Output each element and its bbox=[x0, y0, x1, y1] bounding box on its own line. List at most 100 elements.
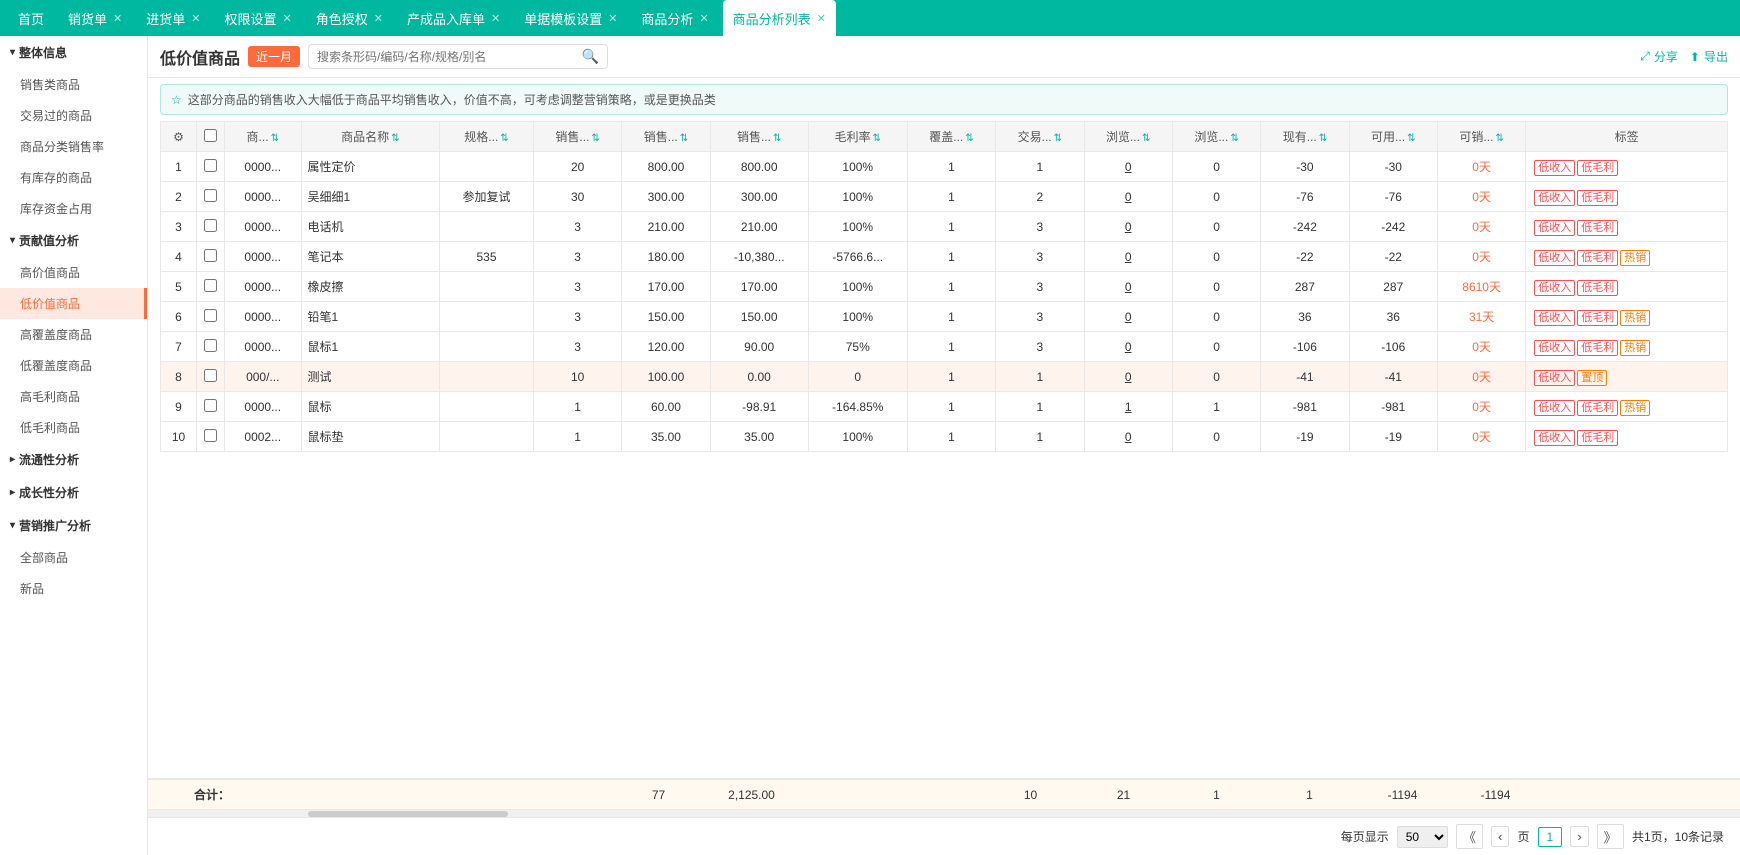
row-name[interactable]: 属性定价 bbox=[301, 152, 440, 182]
col-gross-rate[interactable]: 毛利率⇅ bbox=[808, 122, 907, 152]
time-tag-button[interactable]: 近一月 bbox=[248, 46, 300, 67]
row-checkbox[interactable] bbox=[204, 219, 217, 232]
search-input[interactable] bbox=[317, 50, 576, 64]
sidebar-item-traded-goods[interactable]: 交易过的商品 bbox=[0, 100, 147, 131]
browse1-link[interactable]: 0 bbox=[1125, 340, 1132, 354]
row-name[interactable]: 吴细细1 bbox=[301, 182, 440, 212]
col-coverage[interactable]: 覆盖...⇅ bbox=[907, 122, 995, 152]
browse1-link[interactable]: 1 bbox=[1125, 400, 1132, 414]
nav-sales[interactable]: 销货单 ✕ bbox=[58, 0, 132, 36]
sidebar-group-contribution[interactable]: ▾ 贡献值分析 bbox=[0, 224, 147, 257]
browse1-link[interactable]: 0 bbox=[1125, 250, 1132, 264]
tag-badge[interactable]: 低收入 bbox=[1534, 280, 1575, 296]
row-browse1[interactable]: 0 bbox=[1084, 302, 1172, 332]
select-all-checkbox[interactable] bbox=[204, 129, 217, 142]
row-checkbox[interactable] bbox=[204, 339, 217, 352]
sidebar-group-circulation[interactable]: ▸ 流通性分析 bbox=[0, 443, 147, 476]
sidebar-group-overall[interactable]: ▾ 整体信息 bbox=[0, 36, 147, 69]
row-checkbox[interactable] bbox=[204, 429, 217, 442]
tag-badge[interactable]: 热销 bbox=[1620, 400, 1650, 416]
browse1-link[interactable]: 0 bbox=[1125, 280, 1132, 294]
prev-page-button[interactable]: ‹ bbox=[1491, 826, 1509, 847]
search-icon[interactable]: 🔍 bbox=[582, 48, 599, 65]
sidebar-item-sales-goods[interactable]: 销售类商品 bbox=[0, 69, 147, 100]
row-browse1[interactable]: 0 bbox=[1084, 332, 1172, 362]
col-current[interactable]: 现有...⇅ bbox=[1261, 122, 1349, 152]
nav-purchase[interactable]: 进货单 ✕ bbox=[136, 0, 210, 36]
nav-template[interactable]: 单据模板设置 ✕ bbox=[514, 0, 627, 36]
nav-permission[interactable]: 权限设置 ✕ bbox=[214, 0, 301, 36]
col-code[interactable]: 商...⇅ bbox=[225, 122, 302, 152]
close-role-icon[interactable]: ✕ bbox=[374, 12, 383, 25]
row-checkbox[interactable] bbox=[204, 279, 217, 292]
tag-badge[interactable]: 低毛利 bbox=[1577, 430, 1618, 446]
tag-badge[interactable]: 低收入 bbox=[1534, 160, 1575, 176]
row-name[interactable]: 鼠标1 bbox=[301, 332, 440, 362]
close-permission-icon[interactable]: ✕ bbox=[283, 12, 292, 25]
sidebar-group-growth[interactable]: ▸ 成长性分析 bbox=[0, 476, 147, 509]
close-product-in-icon[interactable]: ✕ bbox=[491, 12, 500, 25]
close-goods-analysis-icon[interactable]: ✕ bbox=[699, 12, 708, 25]
row-name[interactable]: 铅笔1 bbox=[301, 302, 440, 332]
last-page-button[interactable]: 》 bbox=[1597, 824, 1624, 849]
browse1-link[interactable]: 0 bbox=[1125, 160, 1132, 174]
tag-badge[interactable]: 置顶 bbox=[1577, 370, 1607, 386]
row-checkbox[interactable] bbox=[204, 399, 217, 412]
row-name[interactable]: 鼠标垫 bbox=[301, 422, 440, 452]
nav-goods-analysis-list[interactable]: 商品分析列表 ✕ bbox=[723, 0, 836, 36]
browse1-link[interactable]: 0 bbox=[1125, 370, 1132, 384]
row-browse1[interactable]: 0 bbox=[1084, 272, 1172, 302]
nav-role[interactable]: 角色授权 ✕ bbox=[306, 0, 393, 36]
close-template-icon[interactable]: ✕ bbox=[608, 12, 617, 25]
tag-badge[interactable]: 低收入 bbox=[1534, 190, 1575, 206]
tag-badge[interactable]: 低毛利 bbox=[1577, 280, 1618, 296]
share-button[interactable]: ⤢ 分享 bbox=[1640, 48, 1678, 65]
tag-badge[interactable]: 热销 bbox=[1620, 340, 1650, 356]
close-purchase-icon[interactable]: ✕ bbox=[191, 12, 200, 25]
row-browse1[interactable]: 0 bbox=[1084, 422, 1172, 452]
tag-badge[interactable]: 低毛利 bbox=[1577, 400, 1618, 416]
first-page-button[interactable]: 《 bbox=[1456, 824, 1483, 849]
nav-home[interactable]: 首页 bbox=[8, 0, 54, 36]
col-sales-cost[interactable]: 销售...⇅ bbox=[710, 122, 808, 152]
sidebar-item-high-coverage[interactable]: 高覆盖度商品 bbox=[0, 319, 147, 350]
row-checkbox[interactable] bbox=[204, 249, 217, 262]
row-browse1[interactable]: 0 bbox=[1084, 182, 1172, 212]
row-browse1[interactable]: 0 bbox=[1084, 242, 1172, 272]
tag-badge[interactable]: 热销 bbox=[1620, 310, 1650, 326]
row-checkbox[interactable] bbox=[204, 159, 217, 172]
tag-badge[interactable]: 低毛利 bbox=[1577, 160, 1618, 176]
col-sales-qty[interactable]: 销售...⇅ bbox=[533, 122, 621, 152]
sidebar-item-low-coverage[interactable]: 低覆盖度商品 bbox=[0, 350, 147, 381]
nav-product-in[interactable]: 产成品入库单 ✕ bbox=[397, 0, 510, 36]
browse1-link[interactable]: 0 bbox=[1125, 220, 1132, 234]
row-browse1[interactable]: 0 bbox=[1084, 152, 1172, 182]
col-sales-price[interactable]: 销售...⇅ bbox=[622, 122, 710, 152]
col-browse1[interactable]: 浏览...⇅ bbox=[1084, 122, 1172, 152]
horizontal-scrollbar[interactable] bbox=[308, 811, 508, 817]
row-name[interactable]: 鼠标 bbox=[301, 392, 440, 422]
row-name[interactable]: 测试 bbox=[301, 362, 440, 392]
tag-badge[interactable]: 低收入 bbox=[1534, 340, 1575, 356]
tag-badge[interactable]: 低收入 bbox=[1534, 370, 1575, 386]
tag-badge[interactable]: 低毛利 bbox=[1577, 340, 1618, 356]
col-sellable[interactable]: 可销...⇅ bbox=[1437, 122, 1525, 152]
sidebar-item-category-sales[interactable]: 商品分类销售率 bbox=[0, 131, 147, 162]
tag-badge[interactable]: 低收入 bbox=[1534, 400, 1575, 416]
row-checkbox[interactable] bbox=[204, 189, 217, 202]
search-box[interactable]: 🔍 bbox=[308, 44, 608, 69]
close-goods-list-icon[interactable]: ✕ bbox=[817, 12, 826, 25]
row-name[interactable]: 电话机 bbox=[301, 212, 440, 242]
tag-badge[interactable]: 低收入 bbox=[1534, 220, 1575, 236]
sidebar-item-low-margin[interactable]: 低毛利商品 bbox=[0, 412, 147, 443]
tag-badge[interactable]: 低毛利 bbox=[1577, 220, 1618, 236]
nav-goods-analysis[interactable]: 商品分析 ✕ bbox=[631, 0, 718, 36]
row-checkbox[interactable] bbox=[204, 309, 217, 322]
row-checkbox[interactable] bbox=[204, 369, 217, 382]
sidebar-item-high-margin[interactable]: 高毛利商品 bbox=[0, 381, 147, 412]
row-browse1[interactable]: 1 bbox=[1084, 392, 1172, 422]
browse1-link[interactable]: 0 bbox=[1125, 190, 1132, 204]
tag-badge[interactable]: 热销 bbox=[1620, 250, 1650, 266]
col-name[interactable]: 商品名称⇅ bbox=[301, 122, 440, 152]
tag-badge[interactable]: 低毛利 bbox=[1577, 190, 1618, 206]
